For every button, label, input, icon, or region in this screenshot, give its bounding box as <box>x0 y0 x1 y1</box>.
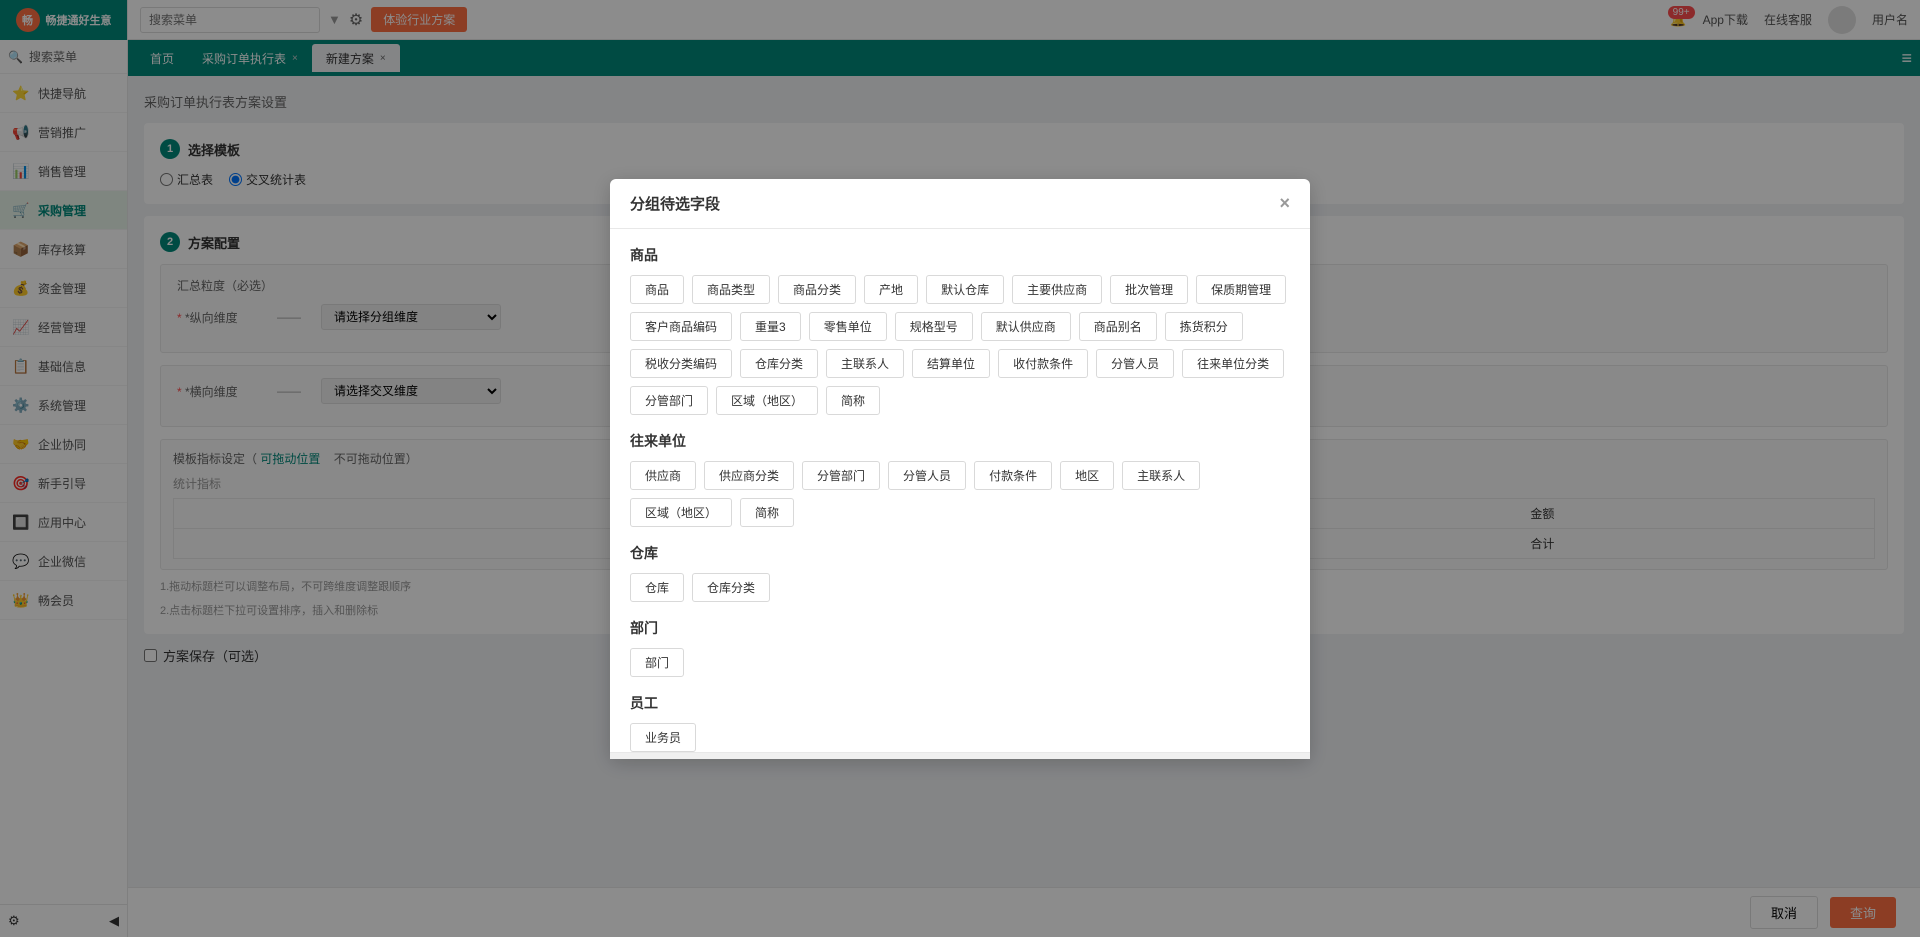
field-tag[interactable]: 主要供应商 <box>1012 275 1102 304</box>
field-tags-dept: 部门 <box>630 648 1290 677</box>
section-title-warehouse: 仓库 <box>630 543 1290 563</box>
field-tag[interactable]: 仓库 <box>630 573 684 602</box>
field-tag[interactable]: 保质期管理 <box>1196 275 1286 304</box>
field-tag[interactable]: 往来单位分类 <box>1182 349 1284 378</box>
section-title-employee: 员工 <box>630 693 1290 713</box>
field-tag[interactable]: 主联系人 <box>826 349 904 378</box>
field-tag[interactable]: 付款条件 <box>974 461 1052 490</box>
field-tag[interactable]: 分管部门 <box>802 461 880 490</box>
field-tag[interactable]: 分管人员 <box>1096 349 1174 378</box>
field-tag[interactable]: 简称 <box>826 386 880 415</box>
field-tags-warehouse: 仓库 仓库分类 <box>630 573 1290 602</box>
field-tag[interactable]: 默认供应商 <box>981 312 1071 341</box>
section-title-goods: 商品 <box>630 245 1290 265</box>
field-tag[interactable]: 规格型号 <box>895 312 973 341</box>
field-tags-goods: 商品 商品类型 商品分类 产地 默认仓库 主要供应商 批次管理 保质期管理 客户… <box>630 275 1290 415</box>
modal-title: 分组待选字段 <box>630 193 720 214</box>
modal-overlay[interactable]: 分组待选字段 × 商品 商品 商品类型 商品分类 产地 默认仓库 主要供应商 批… <box>0 0 1920 937</box>
modal-close-button[interactable]: × <box>1279 194 1290 212</box>
field-tag[interactable]: 商品类型 <box>692 275 770 304</box>
field-tag[interactable]: 重量3 <box>740 312 801 341</box>
field-tag[interactable]: 结算单位 <box>912 349 990 378</box>
field-tag[interactable]: 区域（地区） <box>630 498 732 527</box>
field-tag[interactable]: 部门 <box>630 648 684 677</box>
section-title-dept: 部门 <box>630 618 1290 638</box>
field-tag[interactable]: 商品 <box>630 275 684 304</box>
field-tag[interactable]: 仓库分类 <box>740 349 818 378</box>
field-tag[interactable]: 供应商分类 <box>704 461 794 490</box>
field-tags-employee: 业务员 <box>630 723 1290 752</box>
field-tag[interactable]: 商品别名 <box>1079 312 1157 341</box>
section-title-partners: 往来单位 <box>630 431 1290 451</box>
field-tag[interactable]: 仓库分类 <box>692 573 770 602</box>
modal-body: 商品 商品 商品类型 商品分类 产地 默认仓库 主要供应商 批次管理 保质期管理… <box>610 229 1310 753</box>
field-tag[interactable]: 产地 <box>864 275 918 304</box>
field-tag[interactable]: 业务员 <box>630 723 696 752</box>
field-tag[interactable]: 分管部门 <box>630 386 708 415</box>
field-tag[interactable]: 税收分类编码 <box>630 349 732 378</box>
field-tag[interactable]: 区域（地区） <box>716 386 818 415</box>
field-tag[interactable]: 收付款条件 <box>998 349 1088 378</box>
field-tag[interactable]: 地区 <box>1060 461 1114 490</box>
field-tag[interactable]: 供应商 <box>630 461 696 490</box>
field-tag[interactable]: 商品分类 <box>778 275 856 304</box>
modal-header: 分组待选字段 × <box>610 179 1310 229</box>
field-tag[interactable]: 拣货积分 <box>1165 312 1243 341</box>
field-tag[interactable]: 主联系人 <box>1122 461 1200 490</box>
field-tags-partners: 供应商 供应商分类 分管部门 分管人员 付款条件 地区 主联系人 区域（地区） … <box>630 461 1290 527</box>
field-select-modal: 分组待选字段 × 商品 商品 商品类型 商品分类 产地 默认仓库 主要供应商 批… <box>610 179 1310 759</box>
field-tag[interactable]: 零售单位 <box>809 312 887 341</box>
field-tag[interactable]: 默认仓库 <box>926 275 1004 304</box>
field-tag[interactable]: 客户商品编码 <box>630 312 732 341</box>
field-tag[interactable]: 分管人员 <box>888 461 966 490</box>
modal-horizontal-scrollbar <box>610 752 1310 758</box>
field-tag[interactable]: 批次管理 <box>1110 275 1188 304</box>
field-tag[interactable]: 简称 <box>740 498 794 527</box>
